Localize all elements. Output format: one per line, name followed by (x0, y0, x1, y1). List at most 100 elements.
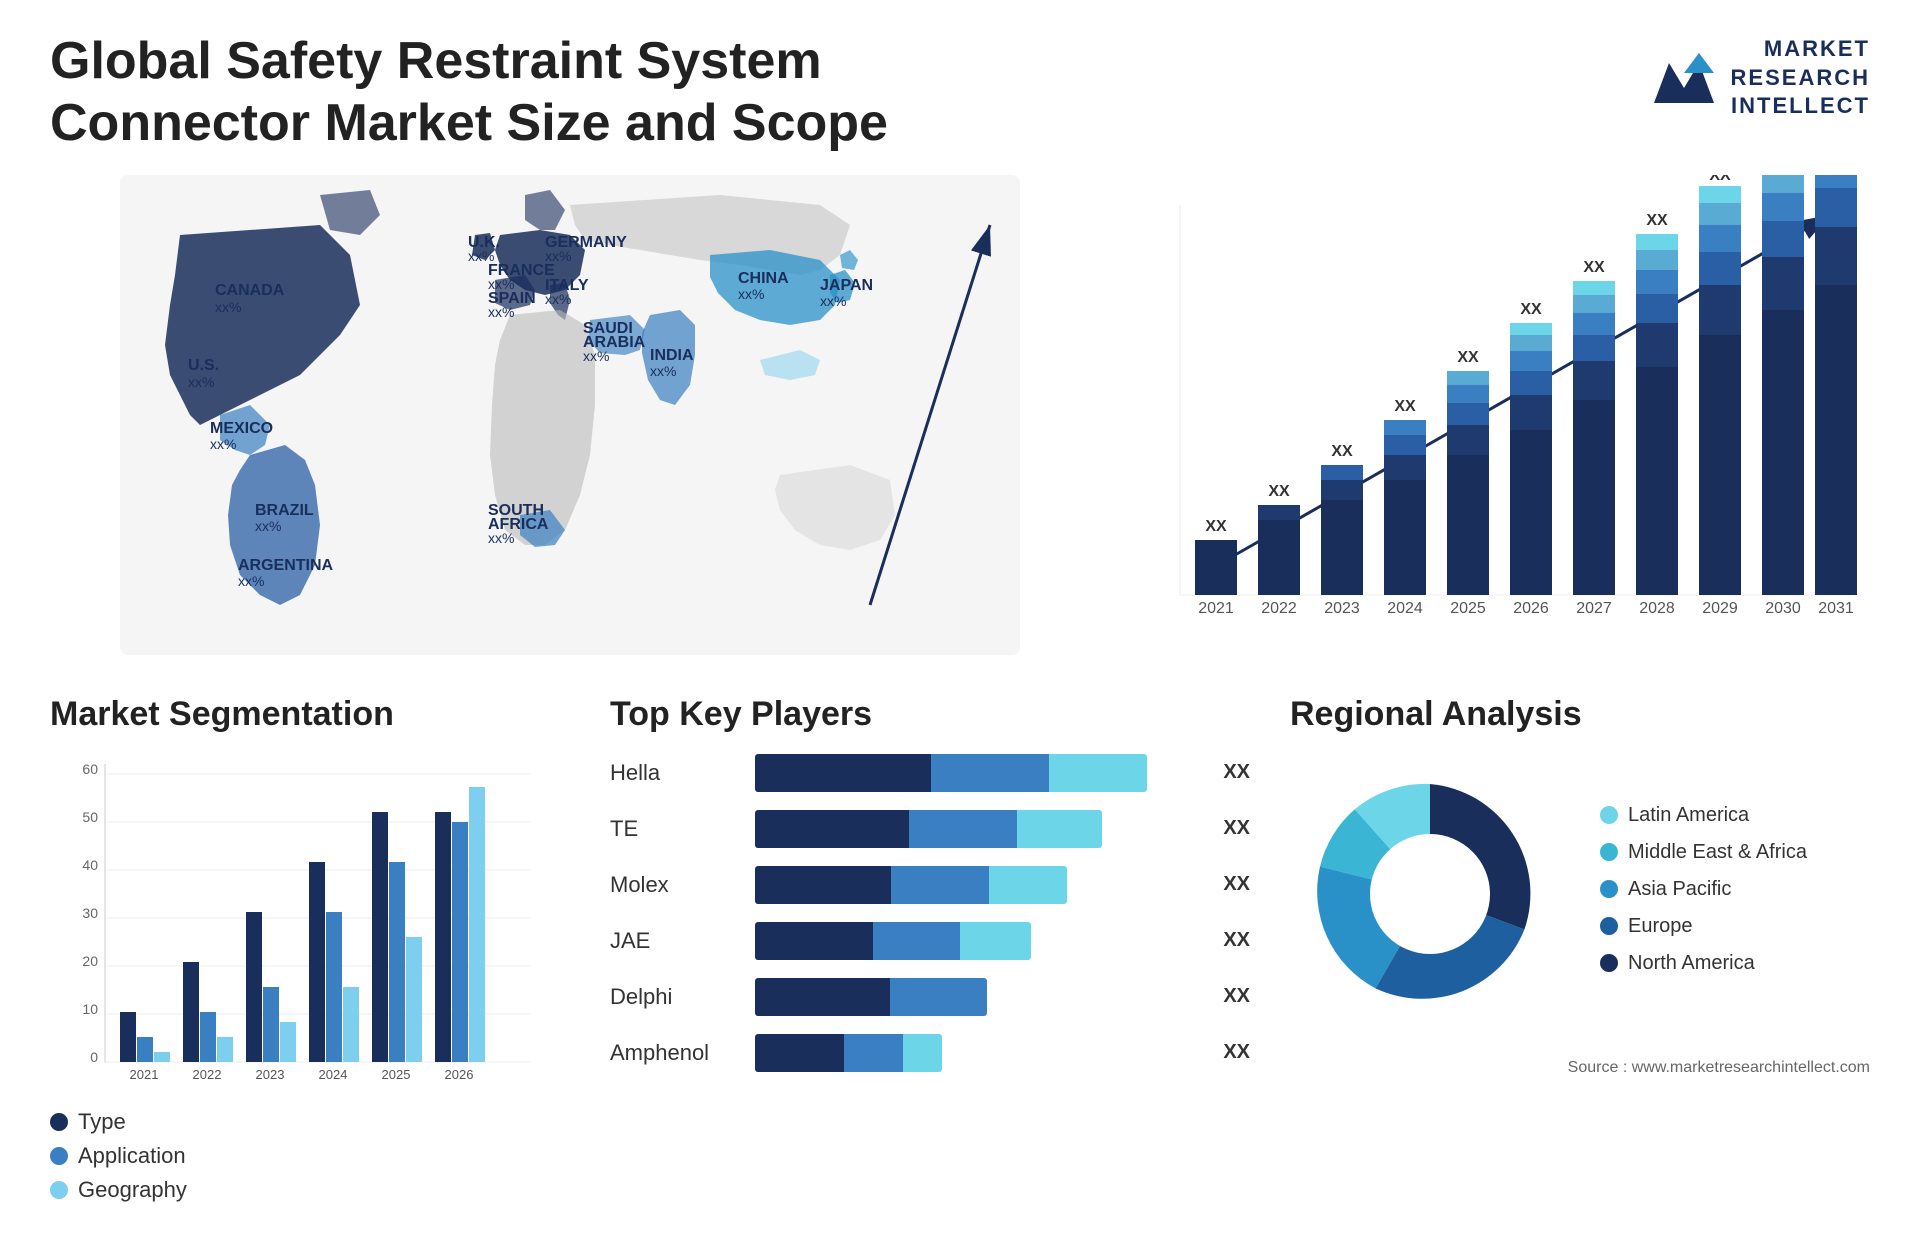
player-list: Hella XX TE (610, 754, 1250, 1072)
player-row-amphenol: Amphenol XX (610, 1034, 1250, 1072)
player-row-te: TE XX (610, 810, 1250, 848)
svg-text:50: 50 (82, 809, 98, 825)
top-content: CANADA xx% U.S. xx% MEXICO xx% BRAZIL xx… (50, 175, 1870, 655)
svg-text:2024: 2024 (319, 1067, 348, 1082)
svg-text:xx%: xx% (215, 299, 241, 315)
geography-legend-label: Geography (78, 1177, 187, 1203)
svg-text:xx%: xx% (583, 348, 609, 364)
svg-text:2031: 2031 (1818, 600, 1854, 617)
svg-text:xx%: xx% (650, 363, 676, 379)
legend-item-geography: Geography (50, 1177, 570, 1203)
player-name-jae: JAE (610, 928, 740, 954)
svg-text:xx%: xx% (488, 530, 514, 546)
regional-section: Regional Analysis (1250, 695, 1870, 1077)
player-bar-hella (755, 754, 1200, 792)
player-value-delphi: XX (1223, 985, 1250, 1008)
mea-label: Middle East & Africa (1628, 841, 1807, 864)
svg-text:XX: XX (1583, 259, 1605, 276)
svg-text:2030: 2030 (1765, 600, 1801, 617)
player-name-molex: Molex (610, 872, 740, 898)
segmentation-chart: 0 10 20 30 40 50 60 (50, 754, 570, 1203)
svg-text:JAPAN: JAPAN (820, 277, 873, 294)
svg-text:30: 30 (82, 905, 98, 921)
svg-text:2026: 2026 (445, 1067, 474, 1082)
svg-text:2022: 2022 (193, 1067, 222, 1082)
regional-legend-asia-pacific: Asia Pacific (1600, 878, 1870, 901)
svg-text:MEXICO: MEXICO (210, 420, 273, 437)
player-bar-jae (755, 922, 1200, 960)
europe-label: Europe (1628, 915, 1693, 938)
segmentation-title: Market Segmentation (50, 695, 570, 734)
svg-text:0: 0 (90, 1049, 98, 1065)
player-name-delphi: Delphi (610, 984, 740, 1010)
svg-text:INDIA: INDIA (650, 347, 694, 364)
regional-legend-mea: Middle East & Africa (1600, 841, 1870, 864)
page-title: Global Safety Restraint System Connector… (50, 30, 950, 155)
player-name-te: TE (610, 816, 740, 842)
player-row-molex: Molex XX (610, 866, 1250, 904)
player-bar-amphenol (755, 1034, 1200, 1072)
regional-legend-europe: Europe (1600, 915, 1870, 938)
regional-title: Regional Analysis (1290, 695, 1870, 734)
svg-text:BRAZIL: BRAZIL (255, 502, 314, 519)
svg-text:40: 40 (82, 857, 98, 873)
svg-text:xx%: xx% (255, 518, 281, 534)
header: Global Safety Restraint System Connector… (50, 30, 1870, 155)
latin-america-label: Latin America (1628, 804, 1749, 827)
key-players-section: Top Key Players Hella XX (570, 695, 1250, 1090)
svg-text:ARGENTINA: ARGENTINA (238, 557, 334, 574)
legend-item-application: Application (50, 1143, 570, 1169)
latin-america-dot (1600, 806, 1618, 824)
svg-text:2023: 2023 (1324, 600, 1360, 617)
svg-text:2027: 2027 (1576, 600, 1612, 617)
player-name-hella: Hella (610, 760, 740, 786)
player-value-te: XX (1223, 817, 1250, 840)
svg-text:XX: XX (1520, 301, 1542, 318)
svg-text:XX: XX (1331, 443, 1353, 460)
player-row-delphi: Delphi XX (610, 978, 1250, 1016)
regional-legend-latin-america: Latin America (1600, 804, 1870, 827)
key-players-title: Top Key Players (610, 695, 1250, 734)
source-text: Source : www.marketresearchintellect.com (1290, 1059, 1870, 1077)
svg-text:xx%: xx% (545, 291, 571, 307)
application-legend-label: Application (78, 1143, 186, 1169)
svg-text:2025: 2025 (1450, 600, 1486, 617)
player-value-hella: XX (1223, 761, 1250, 784)
svg-text:2021: 2021 (130, 1067, 159, 1082)
svg-text:CANADA: CANADA (215, 282, 285, 299)
donut-chart-svg (1290, 754, 1570, 1034)
regional-chart-area: Latin America Middle East & Africa Asia … (1290, 754, 1870, 1039)
svg-text:2024: 2024 (1387, 600, 1423, 617)
svg-text:XX: XX (1394, 398, 1416, 415)
europe-dot (1600, 917, 1618, 935)
type-legend-dot (50, 1113, 68, 1131)
svg-text:XX: XX (1457, 349, 1479, 366)
regional-legend: Latin America Middle East & Africa Asia … (1600, 804, 1870, 989)
mea-dot (1600, 843, 1618, 861)
brand-logo-text: MARKET RESEARCH INTELLECT (1731, 35, 1870, 121)
svg-text:2025: 2025 (382, 1067, 411, 1082)
asia-pacific-label: Asia Pacific (1628, 878, 1731, 901)
player-value-amphenol: XX (1223, 1041, 1250, 1064)
svg-text:20: 20 (82, 953, 98, 969)
svg-text:XX: XX (1205, 518, 1227, 535)
donut-chart-container (1290, 754, 1570, 1039)
svg-text:XX: XX (1709, 175, 1731, 184)
brand-logo-icon (1649, 43, 1719, 113)
player-name-amphenol: Amphenol (610, 1040, 740, 1066)
svg-text:10: 10 (82, 1001, 98, 1017)
player-row-jae: JAE XX (610, 922, 1250, 960)
application-legend-dot (50, 1147, 68, 1165)
page-container: Global Safety Restraint System Connector… (0, 0, 1920, 1241)
player-value-jae: XX (1223, 929, 1250, 952)
world-map-svg: CANADA xx% U.S. xx% MEXICO xx% BRAZIL xx… (50, 175, 1090, 655)
svg-text:xx%: xx% (820, 293, 846, 309)
segmentation-section: Market Segmentation 0 10 20 30 40 50 60 (50, 695, 570, 1211)
svg-text:2022: 2022 (1261, 600, 1297, 617)
svg-text:xx%: xx% (238, 573, 264, 589)
svg-text:60: 60 (82, 761, 98, 777)
player-bar-molex (755, 866, 1200, 904)
svg-text:xx%: xx% (210, 436, 236, 452)
bottom-content: Market Segmentation 0 10 20 30 40 50 60 (50, 695, 1870, 1211)
svg-text:2023: 2023 (256, 1067, 285, 1082)
